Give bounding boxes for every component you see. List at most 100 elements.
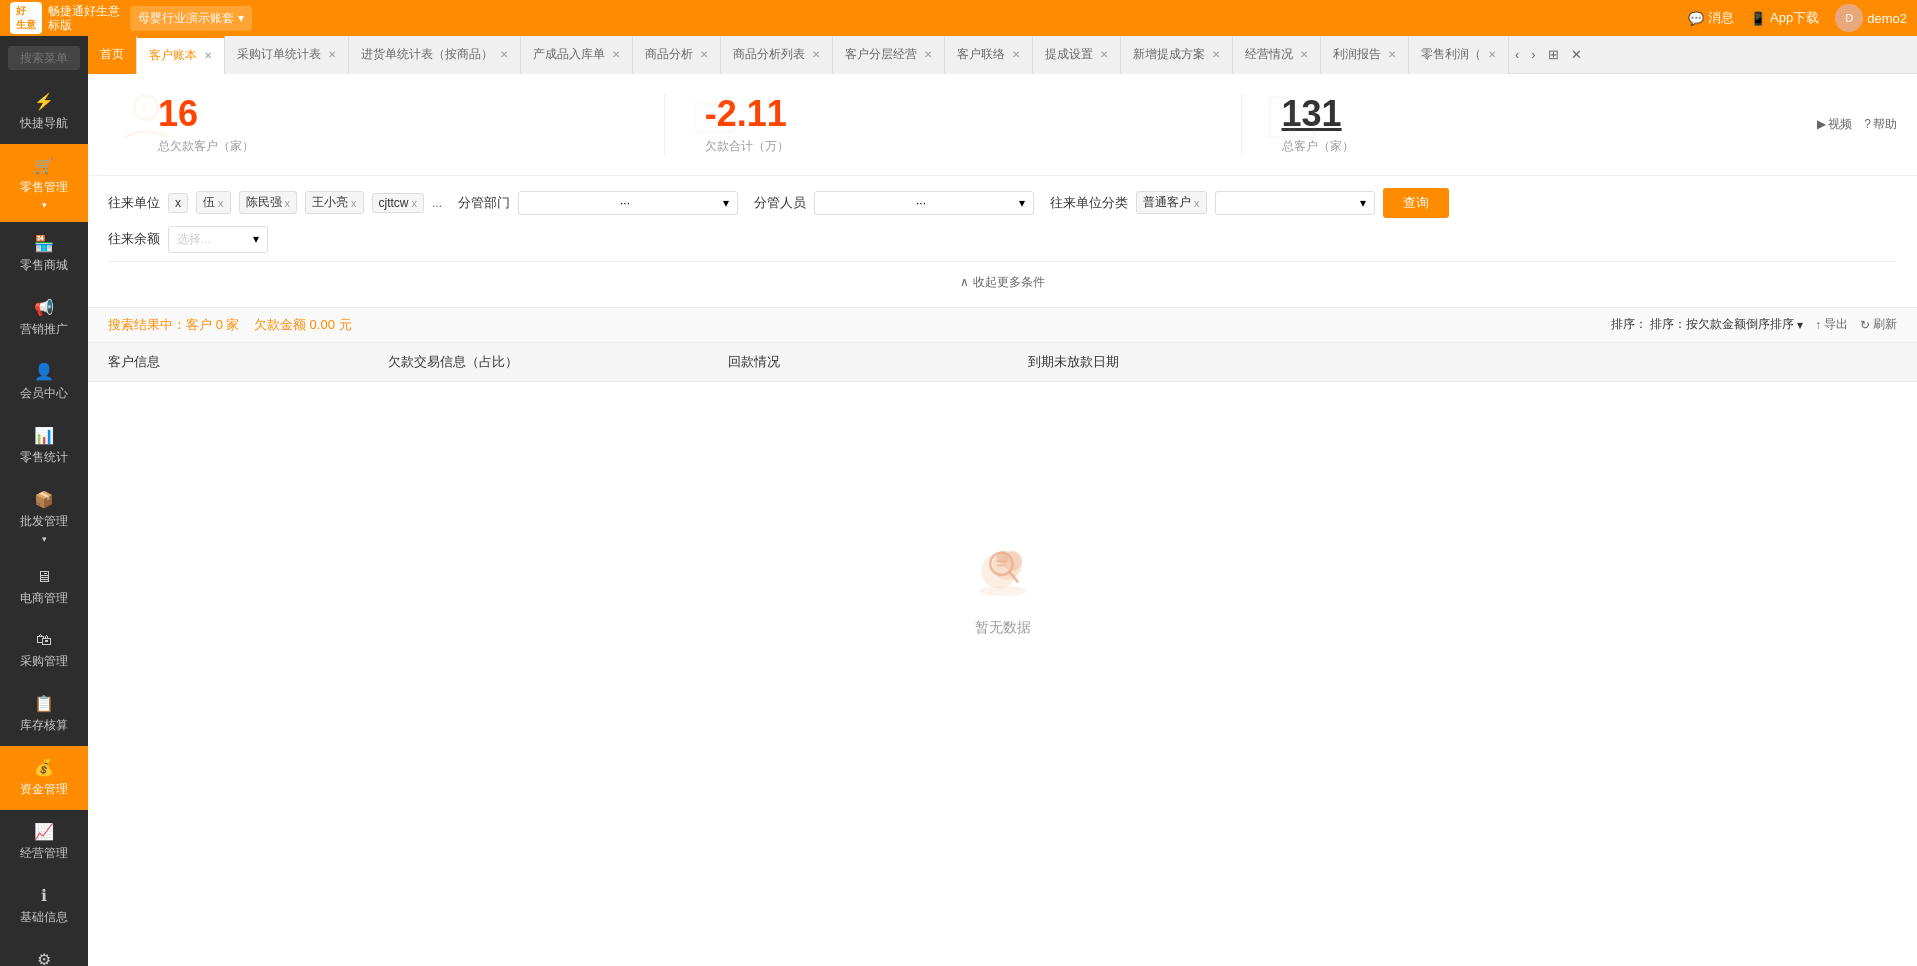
workspace-selector-area: 母婴行业演示账套 ▾: [120, 6, 1688, 31]
tab-retail-profit[interactable]: 零售利润（ ✕: [1409, 36, 1509, 74]
category-label: 往来单位分类: [1050, 194, 1128, 212]
category-select[interactable]: ▾: [1215, 191, 1375, 215]
app-download-button[interactable]: 📱 App下载: [1750, 9, 1819, 27]
balance-select[interactable]: 选择... ▾: [168, 226, 268, 253]
tab-close-product-in[interactable]: ✕: [612, 49, 620, 60]
tab-home[interactable]: 首页: [88, 36, 137, 74]
sidebar-item-ecommerce[interactable]: 🖥 电商管理: [0, 556, 88, 619]
ops-icon: 📈: [34, 822, 54, 841]
stat2-label: 欠款合计（万）: [705, 138, 1201, 155]
tab-customer-account[interactable]: 客户账本 ✕: [137, 36, 225, 74]
sidebar-item-membership[interactable]: 👤 会员中心: [0, 350, 88, 414]
tab-close-customer-contact[interactable]: ✕: [1012, 49, 1020, 60]
sidebar-item-base-info[interactable]: ℹ 基础信息: [0, 874, 88, 938]
sidebar-item-retail-stats[interactable]: 📊 零售统计: [0, 414, 88, 478]
tab-customer-contact[interactable]: 客户联络 ✕: [945, 36, 1033, 74]
tab-close-customer-account[interactable]: ✕: [204, 50, 212, 61]
tab-close-remind-settings[interactable]: ✕: [1100, 49, 1108, 60]
tab-close-business-status[interactable]: ✕: [1300, 49, 1308, 60]
tab-close-purchase-stat[interactable]: ✕: [500, 49, 508, 60]
sidebar-item-wholesale[interactable]: 📦 批发管理 ▾: [0, 478, 88, 556]
tab-new-achievement[interactable]: 新增提成方案 ✕: [1121, 36, 1233, 74]
sidebar-item-quick-nav[interactable]: ⚡ 快捷导航: [0, 80, 88, 144]
remove-category[interactable]: x: [1194, 197, 1200, 209]
sidebar-item-marketing[interactable]: 📢 营销推广: [0, 286, 88, 350]
main-content: ¥ 16 总欠款客户（家） -2.11 欠款合计（万）: [88, 74, 1917, 966]
tab-expand[interactable]: ⊞: [1542, 36, 1565, 74]
filter-row-2: 往来余额 选择... ▾: [108, 226, 1897, 253]
logo-text: 畅捷通好生意 标版: [48, 4, 120, 33]
empty-state: 暂无数据: [963, 467, 1043, 697]
person-select[interactable]: ··· ▾: [814, 191, 1034, 215]
dept-chevron: ▾: [723, 196, 729, 210]
filter-tag-wang: 王小亮 x: [305, 191, 364, 214]
tab-customer-tier[interactable]: 客户分层经营 ✕: [833, 36, 945, 74]
tab-close-product-analysis-list[interactable]: ✕: [812, 49, 820, 60]
tab-business-status[interactable]: 经营情况 ✕: [1233, 36, 1321, 74]
sidebar-item-retail-mall[interactable]: 🏪 零售商城: [0, 222, 88, 286]
svg-rect-3: [1270, 98, 1290, 138]
refresh-button[interactable]: ↻ 刷新: [1860, 316, 1897, 333]
remove-cjttcw[interactable]: x: [412, 197, 418, 209]
balance-label: 往来余额: [108, 230, 160, 248]
help-button[interactable]: ? 帮助: [1864, 116, 1897, 133]
filter-more-tags[interactable]: ...: [432, 196, 442, 210]
remove-wu[interactable]: x: [218, 197, 224, 209]
tab-purchase-stat[interactable]: 进货单统计表（按商品） ✕: [349, 36, 521, 74]
stat1-label: 总欠款客户（家）: [128, 138, 624, 155]
sidebar-item-purchase[interactable]: 🛍 采购管理: [0, 619, 88, 682]
tab-product-analysis[interactable]: 商品分析 ✕: [633, 36, 721, 74]
messages-button[interactable]: 💬 消息: [1688, 9, 1734, 27]
person-chevron: ▾: [1019, 196, 1025, 210]
sidebar-item-sys-mgmt[interactable]: ⚙ 系统管理: [0, 938, 88, 966]
remove-chen[interactable]: x: [285, 197, 291, 209]
top-bar-right: 💬 消息 📱 App下载 D demo2: [1688, 4, 1907, 32]
dept-more-icon: ···: [620, 196, 630, 210]
remove-wang[interactable]: x: [351, 197, 357, 209]
filter-tag-wu: 伍 x: [196, 191, 231, 214]
unit-label: 往来单位: [108, 194, 160, 212]
svg-rect-4: [1294, 108, 1314, 138]
tab-profit-report[interactable]: 利润报告 ✕: [1321, 36, 1409, 74]
sort-select[interactable]: 排序： 排序：按欠款金额倒序排序 ▾: [1611, 316, 1803, 333]
query-button[interactable]: 查询: [1383, 188, 1449, 218]
stat2-value: -2.11: [705, 94, 1201, 134]
inventory-icon: 📋: [34, 694, 54, 713]
top-bar: 好生意 畅捷通好生意 标版 母婴行业演示账套 ▾ 💬 消息 📱 App下载 D: [0, 0, 1917, 36]
collapse-button[interactable]: ∧ 收起更多条件: [108, 270, 1897, 295]
tab-scroll-right[interactable]: ›: [1525, 36, 1541, 74]
tab-close-purchase-order[interactable]: ✕: [328, 49, 336, 60]
tab-close-retail-profit[interactable]: ✕: [1488, 49, 1496, 60]
phone-icon: 📱: [1750, 11, 1766, 26]
play-icon: ▶: [1817, 117, 1826, 131]
sidebar-item-finance[interactable]: 💰 资金管理: [0, 746, 88, 810]
tab-close-new-achievement[interactable]: ✕: [1212, 49, 1220, 60]
tab-product-in[interactable]: 产成品入库单 ✕: [521, 36, 633, 74]
sidebar-item-inventory[interactable]: 📋 库存核算: [0, 682, 88, 746]
workspace-dropdown[interactable]: 母婴行业演示账套 ▾: [130, 6, 252, 31]
sidebar-item-retail-mgmt[interactable]: 🛒 零售管理 ▾: [0, 144, 88, 222]
expand-icon2: ▾: [42, 534, 47, 544]
sidebar-item-ops[interactable]: 📈 经营管理: [0, 810, 88, 874]
tab-close-profit-report[interactable]: ✕: [1388, 49, 1396, 60]
tab-close-product-analysis[interactable]: ✕: [700, 49, 708, 60]
member-icon: 👤: [34, 362, 54, 381]
sidebar: ⚡ 快捷导航 🛒 零售管理 ▾ 🏪 零售商城 📢 营销推广 👤 会员中心 �: [0, 36, 88, 966]
sidebar-search-area: [0, 36, 88, 80]
search-input[interactable]: [8, 46, 80, 70]
tab-product-analysis-list[interactable]: 商品分析列表 ✕: [721, 36, 833, 74]
dept-label: 分管部门: [458, 194, 510, 212]
dept-select[interactable]: ··· ▾: [518, 191, 738, 215]
tab-remind-settings[interactable]: 提成设置 ✕: [1033, 36, 1121, 74]
video-button[interactable]: ▶ 视频: [1817, 116, 1852, 133]
tab-purchase-order[interactable]: 采购订单统计表 ✕: [225, 36, 349, 74]
sys-icon: ⚙: [37, 950, 51, 966]
user-menu[interactable]: D demo2: [1835, 4, 1907, 32]
sort-chevron: ▾: [1797, 318, 1803, 332]
tab-close-customer-tier[interactable]: ✕: [924, 49, 932, 60]
marketing-icon: 📢: [34, 298, 54, 317]
tab-close-all[interactable]: ✕: [1565, 36, 1588, 74]
export-button[interactable]: ↑ 导出: [1815, 316, 1848, 333]
filter-tag-unit: x: [168, 193, 188, 213]
tab-scroll-left[interactable]: ‹: [1509, 36, 1525, 74]
